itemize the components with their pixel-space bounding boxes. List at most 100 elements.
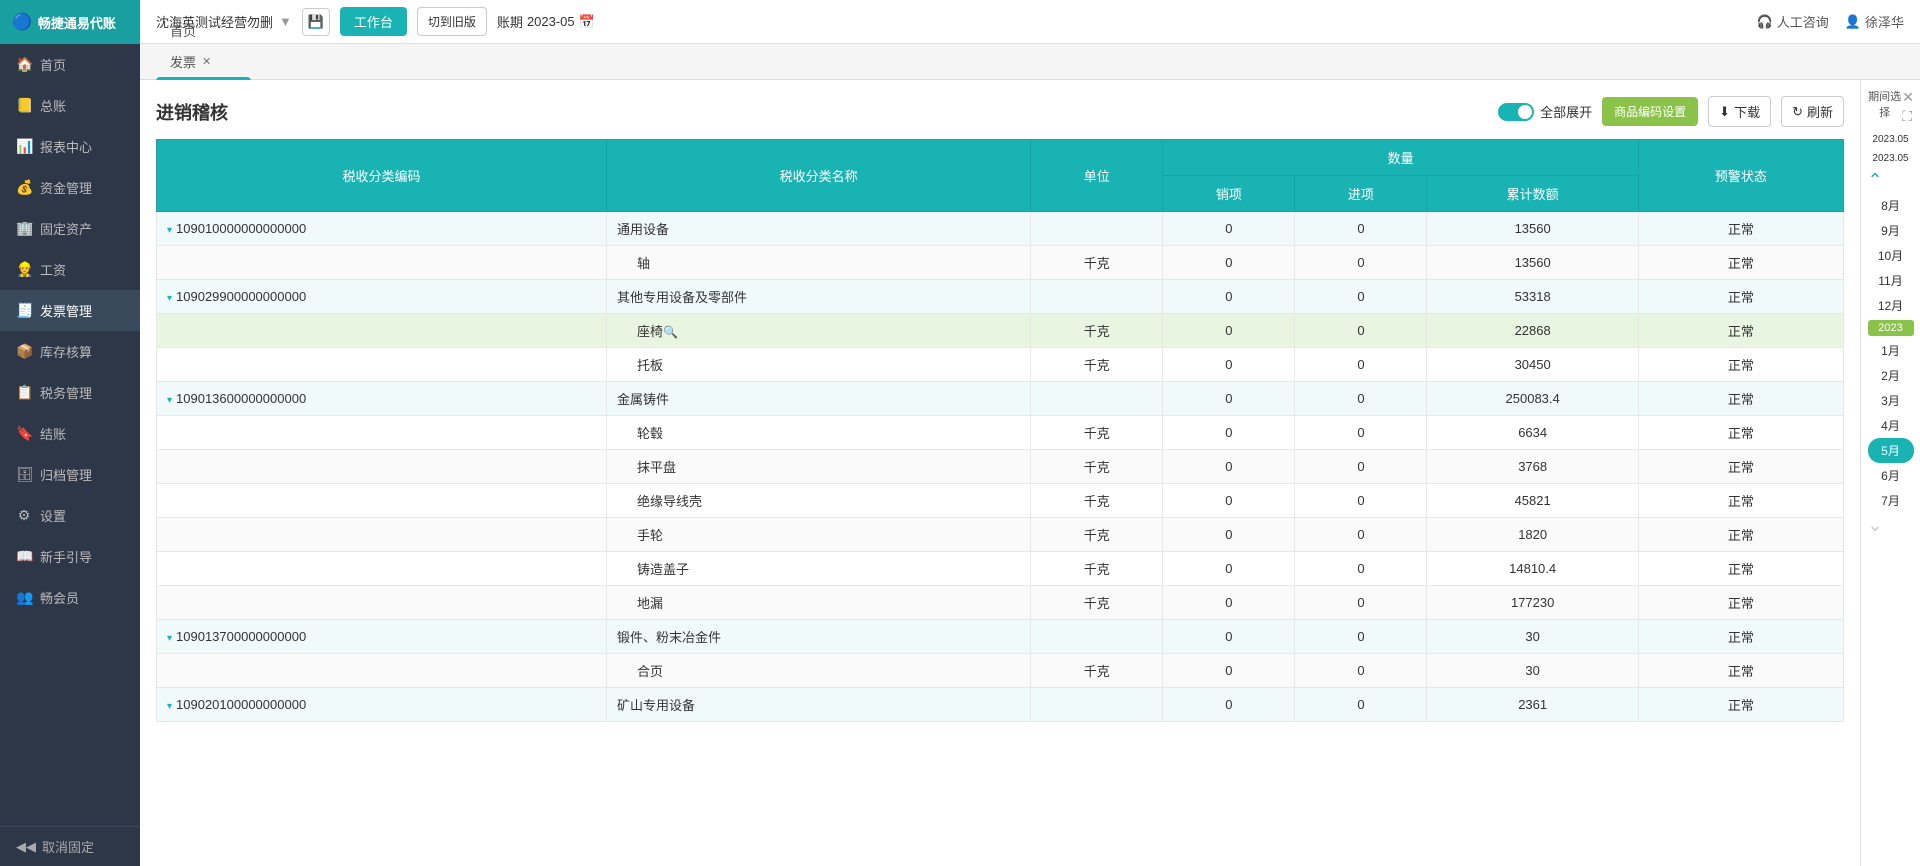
child-sales: 0: [1163, 416, 1295, 450]
group-status: 正常: [1638, 382, 1843, 416]
group-unit: [1031, 382, 1163, 416]
child-sales: 0: [1163, 246, 1295, 280]
period-month-item[interactable]: 5月: [1868, 438, 1914, 463]
sidebar-item-发票管理[interactable]: 🧾发票管理: [0, 290, 140, 331]
refresh-label: 刷新: [1807, 102, 1833, 121]
data-table: 税收分类编码 税收分类名称 单位 数量 预警状态 销项 进项 累计数额 ▾109…: [156, 139, 1844, 722]
group-total: 53318: [1427, 280, 1638, 314]
user-button[interactable]: 👤 徐泽华: [1845, 12, 1904, 31]
sidebar-item-报表中心[interactable]: 📊报表中心: [0, 126, 140, 167]
child-code: [157, 348, 607, 382]
tab-首页[interactable]: 首页: [156, 15, 251, 46]
save-button[interactable]: 💾: [302, 8, 330, 36]
period-month-item[interactable]: 10月: [1868, 243, 1914, 268]
sidebar-item-归档管理[interactable]: 🗄归档管理: [0, 454, 140, 495]
sidebar-item-结账[interactable]: 🔖结账: [0, 413, 140, 454]
sidebar-item-设置[interactable]: ⚙设置: [0, 495, 140, 536]
period-month-item[interactable]: 6月: [1868, 463, 1914, 488]
child-unit: 千克: [1031, 518, 1163, 552]
tab-close-icon[interactable]: ✕: [228, 86, 237, 99]
child-name: 座椅🔍: [606, 314, 1030, 348]
child-total: 6634: [1427, 416, 1638, 450]
toggle-switch[interactable]: [1498, 103, 1534, 121]
child-unit: 千克: [1031, 246, 1163, 280]
sidebar-item-资金管理[interactable]: 💰资金管理: [0, 167, 140, 208]
child-total: 1820: [1427, 518, 1638, 552]
group-code: ▾109020100000000000: [157, 688, 607, 722]
expand-panel-icon[interactable]: ⛶: [1902, 108, 1914, 125]
page-title: 进销稽核: [156, 99, 228, 125]
user-icon: 👤: [1845, 14, 1861, 30]
group-unit: [1031, 620, 1163, 654]
child-status: 正常: [1638, 484, 1843, 518]
sidebar-item-工资[interactable]: 👷工资: [0, 249, 140, 290]
sidebar-item-首页[interactable]: 🏠首页: [0, 44, 140, 85]
sidebar-item-库存核算[interactable]: 📦 库存核算: [0, 331, 140, 372]
child-name: 绝缘导线壳: [606, 484, 1030, 518]
group-status: 正常: [1638, 212, 1843, 246]
child-purchase: 0: [1295, 416, 1427, 450]
sidebar: 🔵 畅捷通易代账 🏠首页📒总账📊报表中心💰资金管理🏢固定资产👷工资🧾发票管理📦库…: [0, 0, 140, 866]
sidebar-icon: 👷: [16, 261, 32, 278]
th-tax-name: 税收分类名称: [606, 140, 1030, 212]
workbench-button[interactable]: 工作台: [340, 7, 407, 36]
download-icon: ⬇: [1719, 104, 1730, 120]
period-month-item[interactable]: 3月: [1868, 388, 1914, 413]
calendar-icon[interactable]: 📅: [579, 14, 595, 30]
sidebar-item-label: 税务管理: [40, 383, 92, 402]
download-button[interactable]: ⬇ 下载: [1708, 96, 1771, 127]
child-status: 正常: [1638, 246, 1843, 280]
switch-version-button[interactable]: 切到旧版: [417, 7, 487, 36]
period-month-item[interactable]: 1月: [1868, 338, 1914, 363]
child-total: 30: [1427, 654, 1638, 688]
child-status: 正常: [1638, 450, 1843, 484]
child-name: 轴: [606, 246, 1030, 280]
sidebar-item-label: 固定资产: [40, 219, 92, 238]
period-top-item[interactable]: 2023.05: [1868, 149, 1914, 168]
period-month-item[interactable]: 4月: [1868, 413, 1914, 438]
sidebar-item-总账[interactable]: 📒总账: [0, 85, 140, 126]
child-sales: 0: [1163, 348, 1295, 382]
period-month-item[interactable]: 9月: [1868, 218, 1914, 243]
period-top-item[interactable]: 2023.05: [1868, 130, 1914, 149]
sidebar-item-畅会员[interactable]: 👥畅会员: [0, 577, 140, 618]
group-purchase: 0: [1295, 212, 1427, 246]
child-purchase: 0: [1295, 450, 1427, 484]
sidebar-icon: 📦: [16, 343, 32, 360]
unpin-button[interactable]: ◀◀ 取消固定: [0, 826, 140, 866]
close-panel-icon[interactable]: ✕: [1902, 89, 1914, 106]
period-scroll-down-icon[interactable]: ⌄: [1868, 515, 1914, 536]
content-inner: 进销稽核 全部展开 商品编码设置 ⬇ 下载 ↻ 刷新: [140, 80, 1860, 866]
child-status: 正常: [1638, 416, 1843, 450]
period-month-item[interactable]: 7月: [1868, 488, 1914, 513]
child-code: [157, 450, 607, 484]
period-header: 期间选择 ✕ ⛶: [1861, 88, 1920, 126]
sidebar-item-固定资产[interactable]: 🏢 固定资产: [0, 208, 140, 249]
sidebar-item-税务管理[interactable]: 📋税务管理: [0, 372, 140, 413]
search-icon[interactable]: 🔍: [663, 325, 678, 339]
tab-label: 发票: [170, 52, 196, 71]
tab-发票[interactable]: 发票 ✕: [156, 46, 251, 77]
child-status: 正常: [1638, 314, 1843, 348]
period-label: 账期: [497, 12, 523, 31]
sidebar-item-label: 库存核算: [40, 342, 92, 361]
sidebar-item-新手引导[interactable]: 📖新手引导: [0, 536, 140, 577]
period-month-item[interactable]: 2月: [1868, 363, 1914, 388]
sidebar-item-label: 报表中心: [40, 137, 92, 156]
child-purchase: 0: [1295, 348, 1427, 382]
sidebar-icon: 🏢: [16, 220, 32, 237]
sidebar-item-label: 设置: [40, 506, 66, 525]
period-month-item[interactable]: 12月: [1868, 293, 1914, 318]
refresh-button[interactable]: ↻ 刷新: [1781, 96, 1844, 127]
page-content: 进销稽核 全部展开 商品编码设置 ⬇ 下载 ↻ 刷新: [140, 80, 1920, 866]
tab-close-icon[interactable]: ✕: [202, 55, 211, 68]
help-button[interactable]: 🎧 人工咨询: [1757, 12, 1829, 31]
toggle-all[interactable]: 全部展开: [1498, 102, 1592, 121]
period-scroll-up-icon[interactable]: ⌃: [1868, 170, 1914, 191]
tab-label: 首页: [170, 21, 196, 40]
period-month-item[interactable]: 11月: [1868, 268, 1914, 293]
period-title: 期间选择: [1867, 88, 1902, 120]
group-sales: 0: [1163, 382, 1295, 416]
period-month-item[interactable]: 8月: [1868, 193, 1914, 218]
product-code-button[interactable]: 商品编码设置: [1602, 97, 1698, 126]
